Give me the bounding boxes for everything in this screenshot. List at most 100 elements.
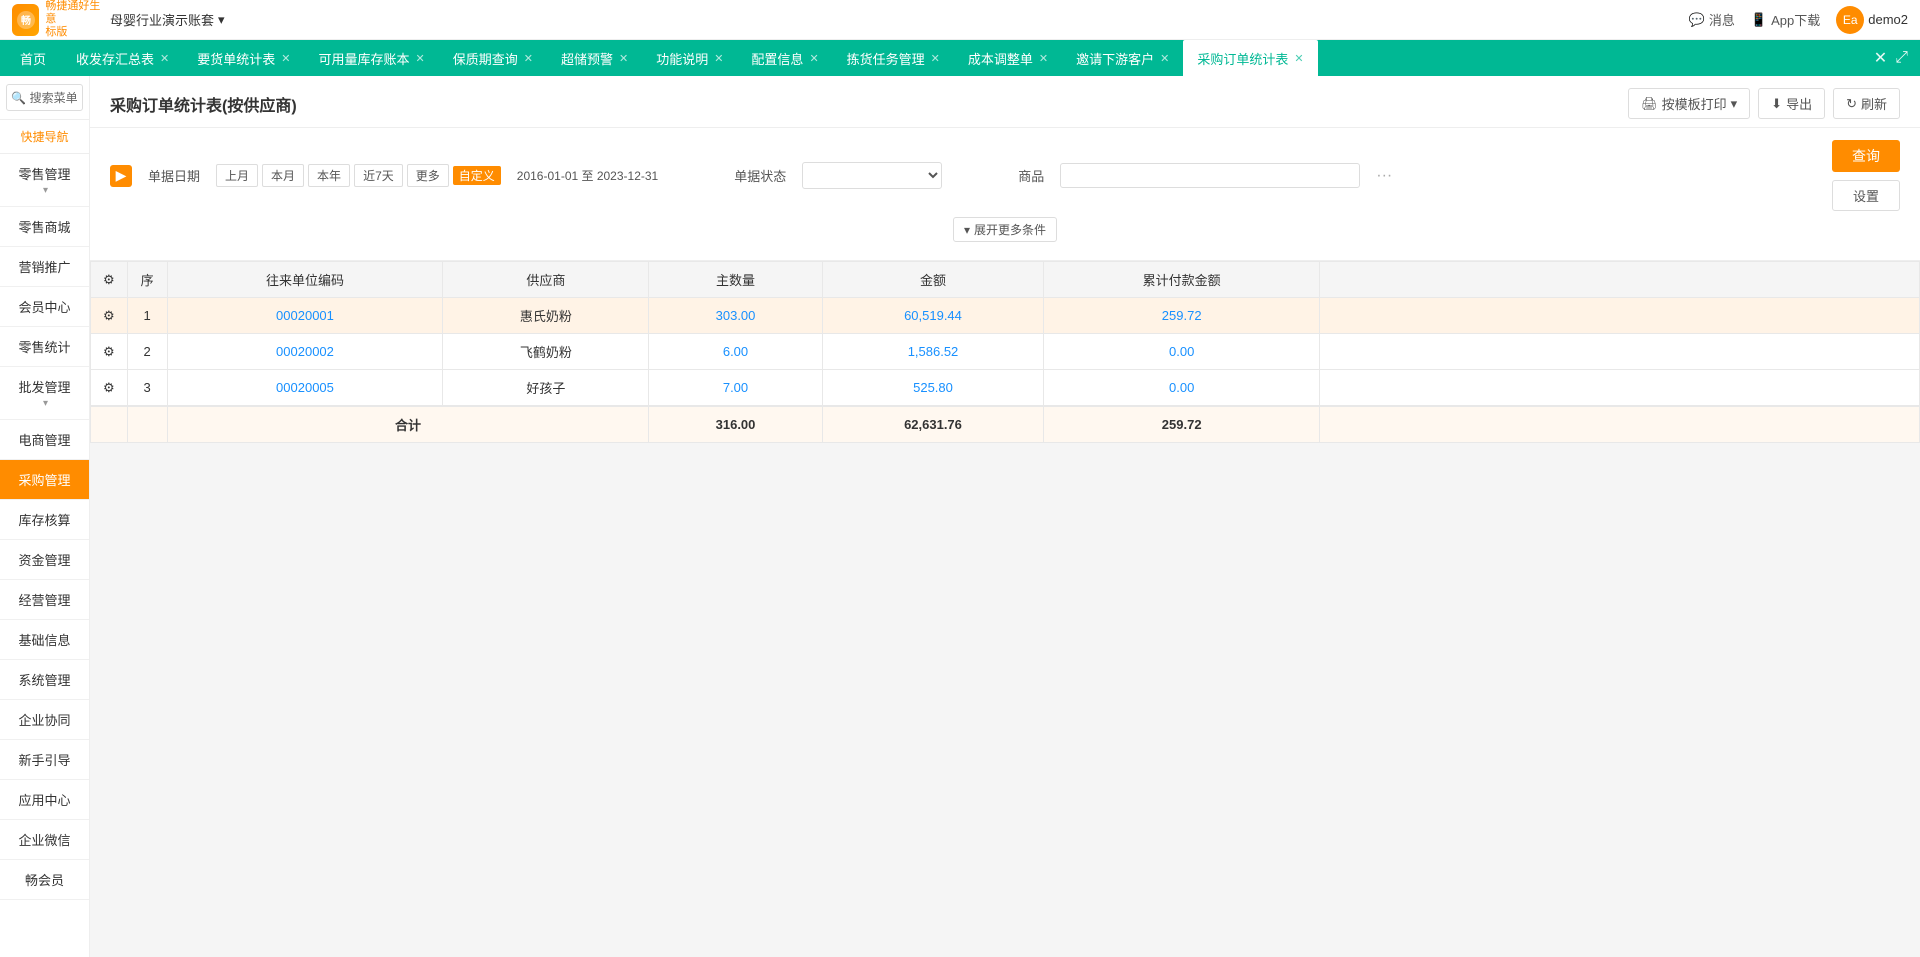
close-icon[interactable]: ✕ xyxy=(281,52,290,65)
query-button[interactable]: 查询 xyxy=(1832,140,1900,172)
row-supplier-name: 惠氏奶粉 xyxy=(443,298,649,334)
sidebar-item-lingshoudian[interactable]: 零售管理 ▾ xyxy=(0,154,89,207)
sidebar-item-lingshout[interactable]: 零售统计 xyxy=(0,327,89,367)
row-settings-icon[interactable]: ⚙ xyxy=(91,334,128,370)
sidebar-item-zijin[interactable]: 资金管理 xyxy=(0,540,89,580)
page-header-actions: 🖨 按模板打印 ▾ ⬇ 导出 ↻ 刷新 xyxy=(1628,88,1900,119)
chevron-down-icon: ▾ xyxy=(1731,96,1738,112)
row-paid-amount[interactable]: 259.72 xyxy=(1044,298,1320,334)
close-icon[interactable]: ✕ xyxy=(524,52,533,65)
sidebar-item-caigou[interactable]: 采购管理 xyxy=(0,460,89,500)
messages-button[interactable]: 💬 消息 xyxy=(1689,10,1735,29)
close-icon[interactable]: ✕ xyxy=(160,52,169,65)
top-right: 💬 消息 📱 App下载 Ea demo2 xyxy=(1689,6,1908,34)
tab-gongnengshuo[interactable]: 功能说明 ✕ xyxy=(642,40,737,76)
close-icon[interactable]: ✕ xyxy=(931,52,940,65)
sidebar-item-jichu[interactable]: 基础信息 xyxy=(0,620,89,660)
tab-baozhi[interactable]: 保质期查询 ✕ xyxy=(439,40,547,76)
breadcrumb-select[interactable]: 母婴行业演示账套 ▾ xyxy=(110,10,225,29)
sidebar-item-dianshang[interactable]: 电商管理 xyxy=(0,420,89,460)
sidebar-item-lingshoshangch[interactable]: 零售商城 xyxy=(0,207,89,247)
footer-label: 合计 xyxy=(167,406,649,443)
table-row: ⚙ 3 00020005 好孩子 7.00 525.80 0.00 xyxy=(91,370,1920,407)
filter-toggle-button[interactable]: ▶ xyxy=(110,165,132,187)
close-icon[interactable]: ✕ xyxy=(714,52,723,65)
close-icon[interactable]: ✕ xyxy=(619,52,628,65)
expand-filter-button[interactable]: ▾ 展开更多条件 xyxy=(953,217,1057,242)
col-header-settings: ⚙ xyxy=(91,262,128,298)
sidebar-item-kucun[interactable]: 库存核算 xyxy=(0,500,89,540)
settings-button[interactable]: 设置 xyxy=(1832,180,1900,211)
sidebar-item-xinshou[interactable]: 新手引导 xyxy=(0,740,89,780)
close-icon[interactable]: ✕ xyxy=(1294,52,1303,65)
date-btn-7days[interactable]: 近7天 xyxy=(354,164,403,187)
date-btn-last-month[interactable]: 上月 xyxy=(216,164,258,187)
date-btn-this-month[interactable]: 本月 xyxy=(262,164,304,187)
svg-text:畅: 畅 xyxy=(21,14,31,27)
quick-nav-button[interactable]: 快捷导航 xyxy=(6,124,83,149)
close-icon[interactable]: ✕ xyxy=(809,52,818,65)
row-quantity[interactable]: 7.00 xyxy=(649,370,822,407)
sidebar-item-yingyong[interactable]: 应用中心 xyxy=(0,780,89,820)
table-row: ⚙ 1 00020001 惠氏奶粉 303.00 60,519.44 259.7… xyxy=(91,298,1920,334)
filter-area: ▶ 单据日期 上月 本月 本年 近7天 更多 自定义 2016-01-01 至 … xyxy=(90,128,1920,261)
sidebar-item-jingying[interactable]: 经营管理 xyxy=(0,580,89,620)
row-quantity[interactable]: 303.00 xyxy=(649,298,822,334)
close-icon[interactable]: ✕ xyxy=(1160,52,1169,65)
tab-chengbentiaoz[interactable]: 成本调整单 ✕ xyxy=(954,40,1062,76)
sidebar-item-pifa[interactable]: 批发管理 ▾ xyxy=(0,367,89,420)
close-icon[interactable]: ✕ xyxy=(1039,52,1048,65)
sidebar-item-yinxiao[interactable]: 营销推广 xyxy=(0,247,89,287)
search-menu-button[interactable]: 🔍 搜索菜单 xyxy=(6,84,83,111)
more-options-icon[interactable]: ··· xyxy=(1376,167,1392,185)
tab-shoufakaohui[interactable]: 收发存汇总表 ✕ xyxy=(62,40,183,76)
filter-row-1: ▶ 单据日期 上月 本月 本年 近7天 更多 自定义 2016-01-01 至 … xyxy=(110,140,1900,211)
row-supplier-code[interactable]: 00020002 xyxy=(167,334,443,370)
status-filter-select[interactable] xyxy=(802,162,942,189)
logo-area: 畅 畅捷通好生意 标版 xyxy=(12,0,102,39)
sidebar-item-huiyuan[interactable]: 会员中心 xyxy=(0,287,89,327)
row-supplier-code[interactable]: 00020005 xyxy=(167,370,443,407)
tab-yaoqingxiayou[interactable]: 邀请下游客户 ✕ xyxy=(1062,40,1183,76)
row-amount[interactable]: 525.80 xyxy=(822,370,1044,407)
goods-filter-input[interactable] xyxy=(1060,163,1360,188)
sidebar-item-qiyewx[interactable]: 企业微信 xyxy=(0,820,89,860)
row-settings-icon[interactable]: ⚙ xyxy=(91,370,128,407)
status-filter-label: 单据状态 xyxy=(734,166,786,185)
nav-expand-button[interactable]: ⤢ xyxy=(1895,49,1908,67)
search-icon: 🔍 xyxy=(11,91,26,105)
tab-home[interactable]: 首页 xyxy=(4,40,62,76)
page-header: 采购订单统计表(按供应商) 🖨 按模板打印 ▾ ⬇ 导出 ↻ 刷新 xyxy=(90,76,1920,128)
print-button[interactable]: 🖨 按模板打印 ▾ xyxy=(1628,88,1750,119)
refresh-button[interactable]: ↻ 刷新 xyxy=(1833,88,1900,119)
date-btn-this-year[interactable]: 本年 xyxy=(308,164,350,187)
row-quantity[interactable]: 6.00 xyxy=(649,334,822,370)
custom-date-badge: 自定义 xyxy=(453,166,501,185)
user-area[interactable]: Ea demo2 xyxy=(1836,6,1908,34)
tab-peizhi[interactable]: 配置信息 ✕ xyxy=(737,40,832,76)
date-btn-more[interactable]: 更多 xyxy=(407,164,449,187)
sidebar-item-xitong[interactable]: 系统管理 xyxy=(0,660,89,700)
sidebar-item-qiye[interactable]: 企业协同 xyxy=(0,700,89,740)
filter-expand-row: ▾ 展开更多条件 xyxy=(110,211,1900,248)
tab-chaochuyujing[interactable]: 超储预警 ✕ xyxy=(547,40,642,76)
table-container: ⚙ 序 往来单位编码 供应商 主数量 金额 累计付款金额 ⚙ 1 000200 xyxy=(90,261,1920,443)
app-download-button[interactable]: 📱 App下载 xyxy=(1751,10,1820,29)
sidebar-item-chang[interactable]: 畅会员 xyxy=(0,860,89,900)
tab-yaohuodanji[interactable]: 要货单统计表 ✕ xyxy=(183,40,304,76)
row-no: 2 xyxy=(127,334,167,370)
tab-caigoutongji[interactable]: 采购订单统计表 ✕ xyxy=(1183,40,1317,76)
row-amount[interactable]: 1,586.52 xyxy=(822,334,1044,370)
export-button[interactable]: ⬇ 导出 xyxy=(1758,88,1825,119)
row-paid-amount[interactable]: 0.00 xyxy=(1044,334,1320,370)
row-amount[interactable]: 60,519.44 xyxy=(822,298,1044,334)
close-icon[interactable]: ✕ xyxy=(416,52,425,65)
row-supplier-code[interactable]: 00020001 xyxy=(167,298,443,334)
tab-keyongliang[interactable]: 可用量库存账本 ✕ xyxy=(304,40,438,76)
top-bar: 畅 畅捷通好生意 标版 母婴行业演示账套 ▾ 💬 消息 📱 App下载 Ea d… xyxy=(0,0,1920,40)
row-settings-icon[interactable]: ⚙ xyxy=(91,298,128,334)
nav-close-button[interactable]: ✕ xyxy=(1874,48,1887,68)
row-paid-amount[interactable]: 0.00 xyxy=(1044,370,1320,407)
tab-paihuorenwu[interactable]: 拣货任务管理 ✕ xyxy=(833,40,954,76)
date-filter-label: 单据日期 xyxy=(148,166,200,185)
